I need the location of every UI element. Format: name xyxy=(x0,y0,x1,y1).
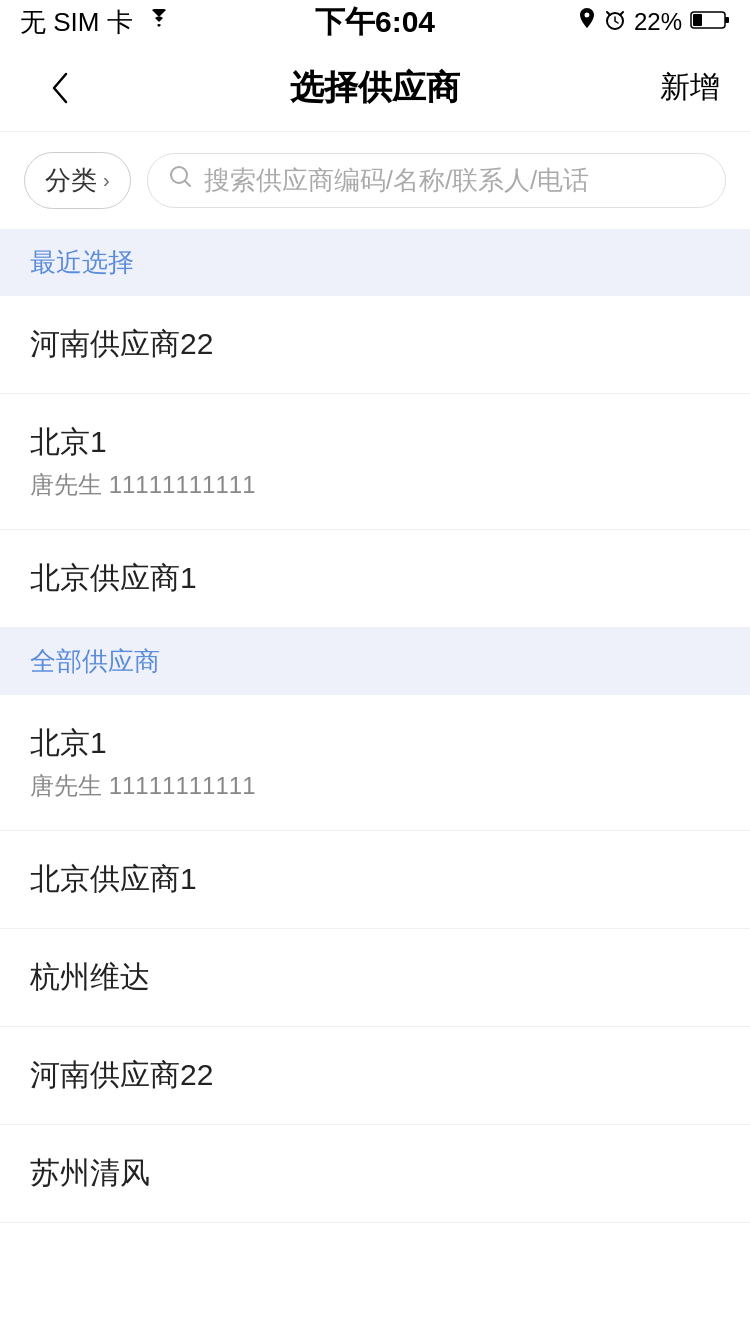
item-sub: 唐先生 11111111111 xyxy=(30,770,720,802)
list-item[interactable]: 北京供应商1 xyxy=(0,530,750,628)
svg-rect-3 xyxy=(693,14,702,26)
list-item[interactable]: 河南供应商22 xyxy=(0,296,750,394)
chevron-right-icon: › xyxy=(103,169,110,192)
recent-section-header: 最近选择 xyxy=(0,229,750,296)
all-list: 北京1 唐先生 11111111111 北京供应商1 杭州维达河南供应商22 苏州清风 xyxy=(0,695,750,1223)
list-item[interactable]: 北京1 唐先生 11111111111 xyxy=(0,394,750,530)
item-name: 北京供应商1 xyxy=(30,859,720,900)
list-item[interactable]: 北京1 唐先生 11111111111 xyxy=(0,695,750,831)
item-sub: 唐先生 11111111111 xyxy=(30,469,720,501)
back-button[interactable] xyxy=(30,58,90,118)
svg-rect-2 xyxy=(725,17,729,23)
item-name: 杭州维达 xyxy=(30,957,720,998)
nav-bar: 选择供应商 新增 xyxy=(0,44,750,132)
add-button[interactable]: 新增 xyxy=(660,67,720,108)
location-icon xyxy=(578,8,596,36)
alarm-icon xyxy=(604,8,626,36)
time-display: 下午6:04 xyxy=(315,2,435,43)
item-name: 北京1 xyxy=(30,422,720,463)
battery-text: 22% xyxy=(634,8,682,36)
list-item[interactable]: 苏州清风 xyxy=(0,1125,750,1223)
status-right: 22% xyxy=(578,8,730,36)
carrier-text: 无 SIM 卡 xyxy=(20,5,133,40)
filter-bar: 分类 › xyxy=(0,132,750,229)
item-name: 苏州清风 xyxy=(30,1153,720,1194)
search-icon xyxy=(168,164,194,197)
status-bar: 无 SIM 卡 下午6:04 22% xyxy=(0,0,750,44)
all-section-header: 全部供应商 xyxy=(0,628,750,695)
list-item[interactable]: 河南供应商22 xyxy=(0,1027,750,1125)
category-button[interactable]: 分类 › xyxy=(24,152,131,209)
recent-section-label: 最近选择 xyxy=(30,247,134,277)
wifi-icon xyxy=(143,7,175,38)
page-title: 选择供应商 xyxy=(290,65,460,111)
list-item[interactable]: 杭州维达 xyxy=(0,929,750,1027)
battery-icon xyxy=(690,8,730,36)
all-section-label: 全部供应商 xyxy=(30,646,160,676)
item-name: 北京供应商1 xyxy=(30,558,720,599)
item-name: 河南供应商22 xyxy=(30,324,720,365)
status-left: 无 SIM 卡 xyxy=(20,5,175,40)
list-item[interactable]: 北京供应商1 xyxy=(0,831,750,929)
item-name: 北京1 xyxy=(30,723,720,764)
category-label: 分类 xyxy=(45,163,97,198)
search-input[interactable] xyxy=(204,165,705,196)
item-name: 河南供应商22 xyxy=(30,1055,720,1096)
recent-list: 河南供应商22 北京1 唐先生 11111111111 北京供应商1 xyxy=(0,296,750,628)
search-box xyxy=(147,153,726,208)
